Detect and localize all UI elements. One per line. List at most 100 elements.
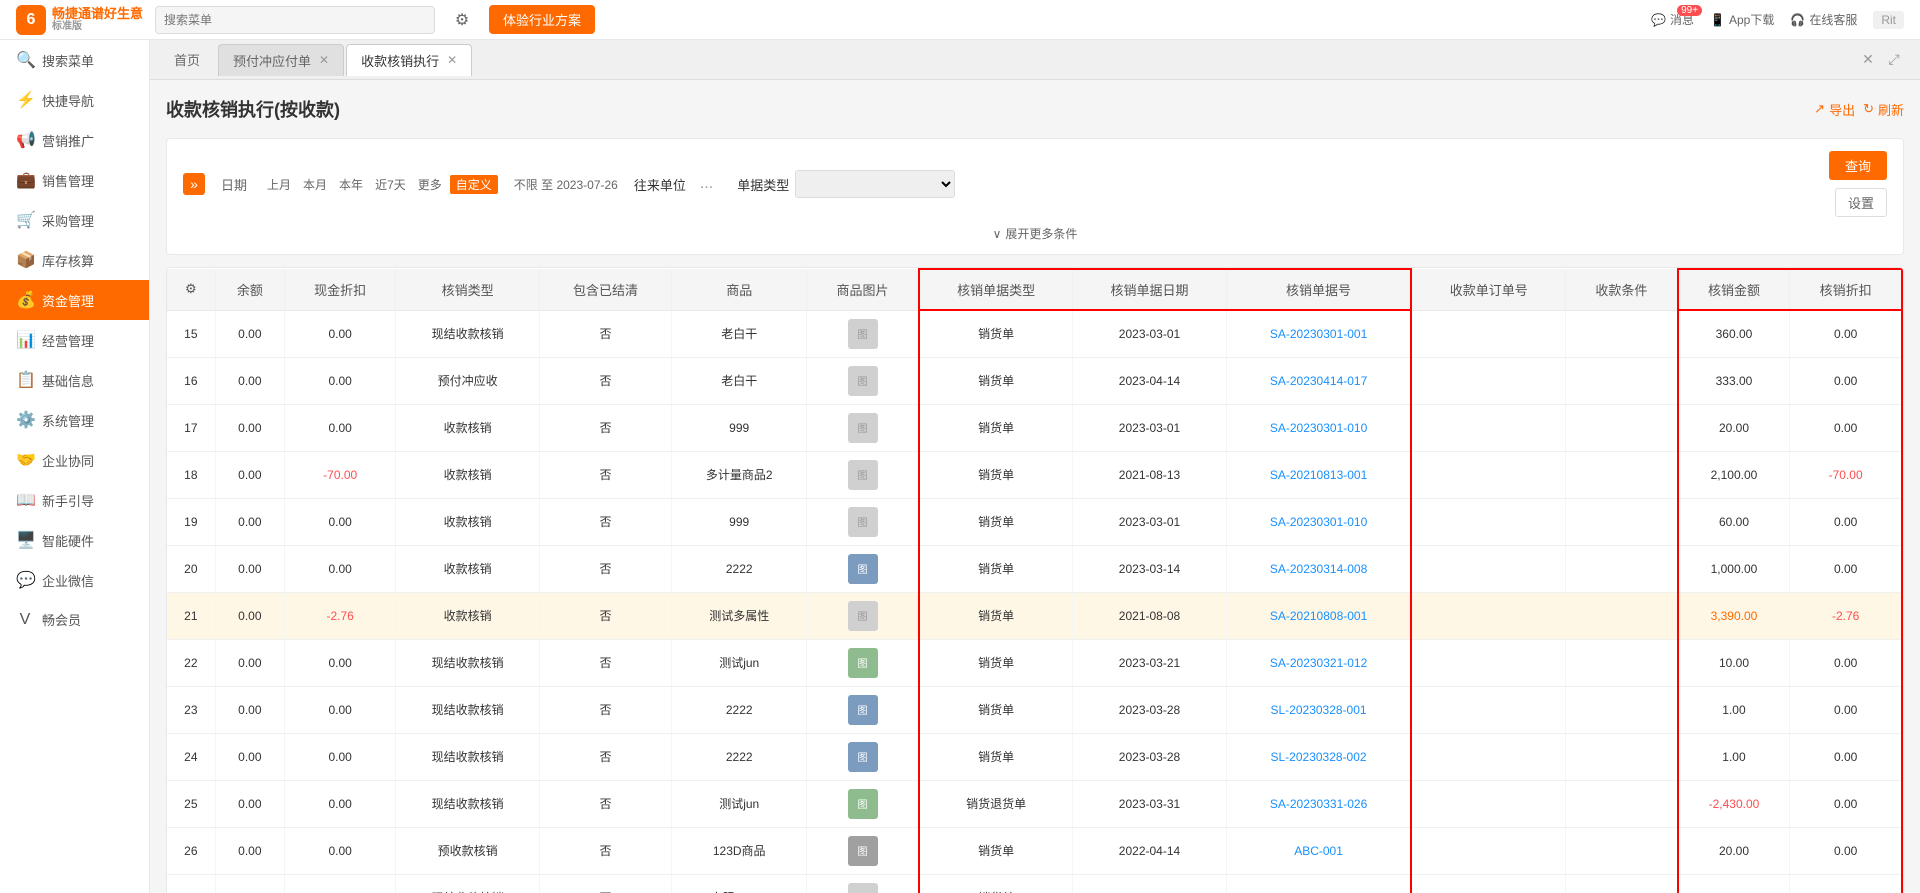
date-7days[interactable]: 近7天 bbox=[371, 174, 410, 195]
cell-verify-discount: 0.00 bbox=[1790, 310, 1902, 357]
cell-product: 2222 bbox=[672, 686, 807, 733]
sidebar-item-collab[interactable]: 🤝 企业协同 bbox=[0, 440, 149, 480]
search-input[interactable] bbox=[155, 6, 435, 34]
bill-no-link[interactable]: SA-20230301-001 bbox=[1270, 327, 1367, 341]
guide-icon: 📖 bbox=[16, 490, 34, 510]
bill-no-link[interactable]: SA-20230321-012 bbox=[1270, 656, 1367, 670]
cell-verify-bill-no: SA-20230301-010 bbox=[1226, 498, 1411, 545]
cell-receipt-order-no bbox=[1411, 498, 1565, 545]
bill-type-select[interactable] bbox=[795, 170, 955, 198]
sidebar-label-finance: 资金管理 bbox=[42, 291, 94, 310]
bill-no-link[interactable]: SA-20230414-017 bbox=[1270, 374, 1367, 388]
industry-solution-button[interactable]: 体验行业方案 bbox=[489, 5, 595, 34]
sales-icon: 💼 bbox=[16, 170, 34, 190]
sidebar-item-wechat[interactable]: 💬 企业微信 bbox=[0, 560, 149, 600]
sidebar-item-nav[interactable]: ⚡ 快捷导航 bbox=[0, 80, 149, 120]
cell-cash-discount: 0.00 bbox=[285, 874, 396, 893]
bill-no-link[interactable]: ABC-001 bbox=[1294, 844, 1343, 858]
sidebar-label-hardware: 智能硬件 bbox=[42, 531, 94, 550]
date-more[interactable]: 更多 bbox=[414, 174, 446, 195]
sidebar-item-system[interactable]: ⚙️ 系统管理 bbox=[0, 400, 149, 440]
cell-receipt-order-no bbox=[1411, 451, 1565, 498]
cell-verify-amount: 360.00 bbox=[1678, 310, 1790, 357]
cell-receipt-order-no bbox=[1411, 639, 1565, 686]
cell-verify-bill-date: 2021-08-08 bbox=[1073, 592, 1226, 639]
bill-no-link[interactable]: SA-20210813-001 bbox=[1270, 468, 1367, 482]
date-last-month[interactable]: 上月 bbox=[263, 174, 295, 195]
online-service-label: 在线客服 bbox=[1809, 11, 1857, 28]
cell-product: 衣服00001 bbox=[672, 874, 807, 893]
tab-prepay-close[interactable]: ✕ bbox=[319, 53, 329, 67]
cell-verify-bill-type: 销货单 bbox=[919, 592, 1073, 639]
sidebar-item-member[interactable]: V 畅会员 bbox=[0, 600, 149, 639]
message-badge: 99+ bbox=[1677, 5, 1702, 16]
bill-no-link[interactable]: SA-20230301-010 bbox=[1270, 421, 1367, 435]
filter-expand-button[interactable]: » bbox=[183, 173, 205, 195]
cell-verify-discount: 0.00 bbox=[1790, 498, 1902, 545]
sidebar-item-inventory[interactable]: 📦 库存核算 bbox=[0, 240, 149, 280]
table-row: 22 0.00 0.00 现结收款核销 否 测试jun 图 销货单 2023-0… bbox=[167, 639, 1902, 686]
cell-verify-amount: 2,100.00 bbox=[1678, 451, 1790, 498]
col-verify-amount: 核销金额 bbox=[1678, 269, 1790, 310]
cell-verify-type: 预收款核销 bbox=[396, 827, 540, 874]
col-setting[interactable]: ⚙ bbox=[167, 269, 215, 310]
bill-no-link[interactable]: SA-20230301-010 bbox=[1270, 515, 1367, 529]
cell-verify-bill-no: SA-20230301-001 bbox=[1226, 310, 1411, 357]
refresh-button[interactable]: ↻ 刷新 bbox=[1863, 100, 1904, 119]
bill-type-field: 单据类型 bbox=[737, 170, 955, 198]
sidebar-item-hardware[interactable]: 🖥️ 智能硬件 bbox=[0, 520, 149, 560]
cell-verify-discount: -2.76 bbox=[1790, 592, 1902, 639]
settings-button[interactable]: 设置 bbox=[1835, 188, 1887, 217]
bill-no-link[interactable]: SA-20210808-001 bbox=[1270, 609, 1367, 623]
from-unit-dots[interactable]: ... bbox=[692, 175, 721, 193]
date-this-month[interactable]: 本月 bbox=[299, 174, 331, 195]
bill-no-link[interactable]: SA-20230314-008 bbox=[1270, 562, 1367, 576]
sidebar-item-sales[interactable]: 💼 销售管理 bbox=[0, 160, 149, 200]
cell-balance: 0.00 bbox=[215, 874, 284, 893]
sidebar-item-basic[interactable]: 📋 基础信息 bbox=[0, 360, 149, 400]
cell-verify-type: 现结收款核销 bbox=[396, 310, 540, 357]
cell-receipt-condition bbox=[1566, 310, 1678, 357]
cell-product: 2222 bbox=[672, 545, 807, 592]
cell-balance: 0.00 bbox=[215, 545, 284, 592]
sidebar-label-marketing: 营销推广 bbox=[42, 131, 94, 150]
cell-no: 22 bbox=[167, 639, 215, 686]
close-window-button[interactable]: ✕ bbox=[1858, 50, 1878, 70]
top-search[interactable] bbox=[155, 6, 435, 34]
gear-icon[interactable]: ⚙ bbox=[447, 5, 477, 35]
cell-verify-type: 收款核销 bbox=[396, 592, 540, 639]
cell-verify-type: 收款核销 bbox=[396, 498, 540, 545]
cell-verify-bill-date: 2023-03-14 bbox=[1073, 545, 1226, 592]
operations-icon: 📊 bbox=[16, 330, 34, 350]
bill-no-link[interactable]: SL-20230328-002 bbox=[1271, 750, 1367, 764]
cell-verify-amount: 20.00 bbox=[1678, 404, 1790, 451]
cell-product-img: 图 bbox=[807, 498, 919, 545]
refresh-icon: ↻ bbox=[1863, 101, 1874, 117]
cell-verify-bill-no: SL-20230408-001 bbox=[1226, 874, 1411, 893]
tab-home[interactable]: 首页 bbox=[158, 44, 216, 76]
app-download-wrap[interactable]: 📱 App下载 bbox=[1710, 11, 1774, 28]
bill-no-link[interactable]: SA-20230331-026 bbox=[1270, 797, 1367, 811]
date-custom[interactable]: 自定义 bbox=[450, 175, 498, 194]
cell-include-settled: 否 bbox=[539, 404, 671, 451]
tab-prepay[interactable]: 预付冲应付单 ✕ bbox=[218, 44, 344, 76]
query-button[interactable]: 查询 bbox=[1829, 151, 1887, 180]
sidebar-item-search[interactable]: 🔍 搜索菜单 bbox=[0, 40, 149, 80]
sidebar-item-finance[interactable]: 💰 资金管理 bbox=[0, 280, 149, 320]
sidebar-item-operations[interactable]: 📊 经营管理 bbox=[0, 320, 149, 360]
user-name[interactable]: Rit bbox=[1873, 11, 1904, 29]
tab-receipt-close[interactable]: ✕ bbox=[447, 53, 457, 67]
maximize-window-button[interactable]: ⤢ bbox=[1884, 50, 1904, 70]
date-this-year[interactable]: 本年 bbox=[335, 174, 367, 195]
bill-no-link[interactable]: SL-20230328-001 bbox=[1271, 703, 1367, 717]
expand-more-conditions[interactable]: ∨ 展开更多条件 bbox=[183, 225, 1887, 242]
message-icon-wrap[interactable]: 💬 消息 99+ bbox=[1651, 11, 1694, 28]
tab-receipt[interactable]: 收款核销执行 ✕ bbox=[346, 44, 472, 76]
sidebar-item-marketing[interactable]: 📢 营销推广 bbox=[0, 120, 149, 160]
export-button[interactable]: ↗ 导出 bbox=[1814, 100, 1855, 119]
online-service-wrap[interactable]: 🎧 在线客服 bbox=[1790, 11, 1857, 28]
col-verify-bill-no: 核销单据号 bbox=[1226, 269, 1411, 310]
sidebar-item-purchase[interactable]: 🛒 采购管理 bbox=[0, 200, 149, 240]
sidebar-item-guide[interactable]: 📖 新手引导 bbox=[0, 480, 149, 520]
cell-product: 测试jun bbox=[672, 780, 807, 827]
